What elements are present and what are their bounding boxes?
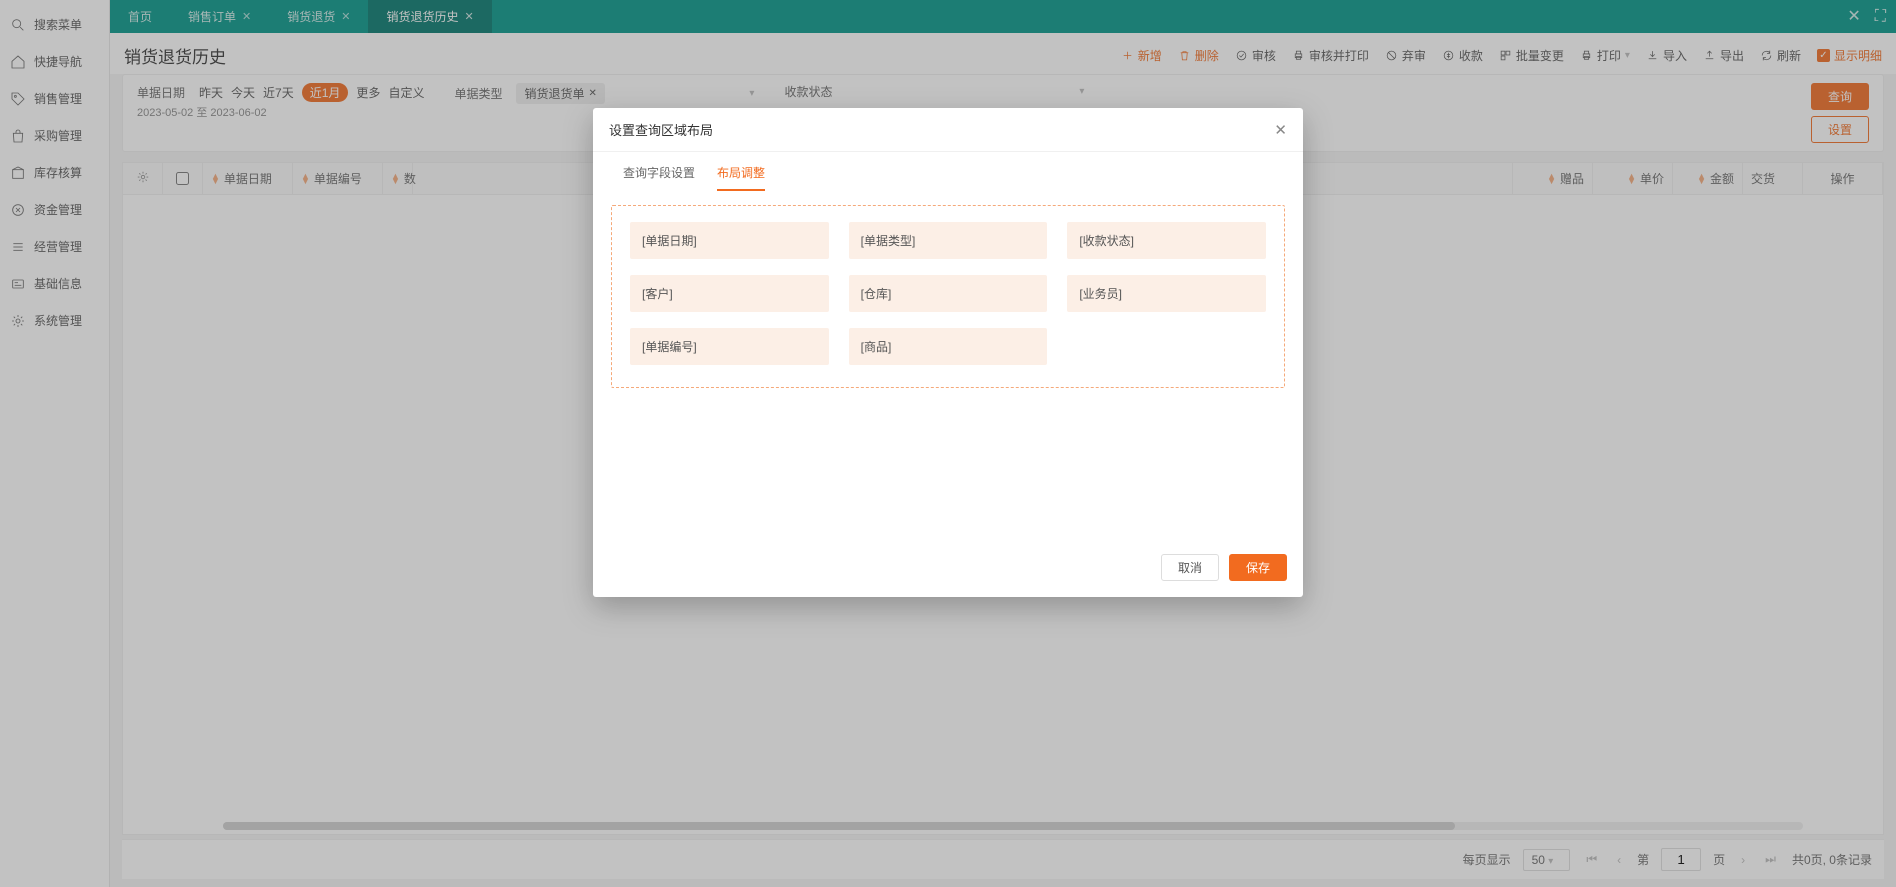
- field-card[interactable]: [单据类型]: [849, 222, 1048, 259]
- field-card[interactable]: [客户]: [630, 275, 829, 312]
- field-card[interactable]: [单据编号]: [630, 328, 829, 365]
- modal-close-button[interactable]: ✕: [1274, 121, 1287, 139]
- field-card[interactable]: [单据日期]: [630, 222, 829, 259]
- modal-tab-layout[interactable]: 布局调整: [717, 164, 765, 191]
- cancel-button[interactable]: 取消: [1161, 554, 1219, 581]
- modal-overlay: 设置查询区域布局 ✕ 查询字段设置 布局调整 [单据日期] [单据类型] [收款…: [0, 0, 1896, 887]
- save-button[interactable]: 保存: [1229, 554, 1287, 581]
- modal-tab-fields[interactable]: 查询字段设置: [623, 164, 695, 191]
- field-card[interactable]: [收款状态]: [1067, 222, 1266, 259]
- modal-title: 设置查询区域布局: [609, 120, 713, 139]
- field-card[interactable]: [业务员]: [1067, 275, 1266, 312]
- layout-dropzone[interactable]: [单据日期] [单据类型] [收款状态] [客户] [仓库] [业务员] [单据…: [611, 205, 1285, 388]
- field-card[interactable]: [仓库]: [849, 275, 1048, 312]
- modal-tabs: 查询字段设置 布局调整: [593, 152, 1303, 191]
- field-card[interactable]: [商品]: [849, 328, 1048, 365]
- layout-settings-modal: 设置查询区域布局 ✕ 查询字段设置 布局调整 [单据日期] [单据类型] [收款…: [593, 108, 1303, 597]
